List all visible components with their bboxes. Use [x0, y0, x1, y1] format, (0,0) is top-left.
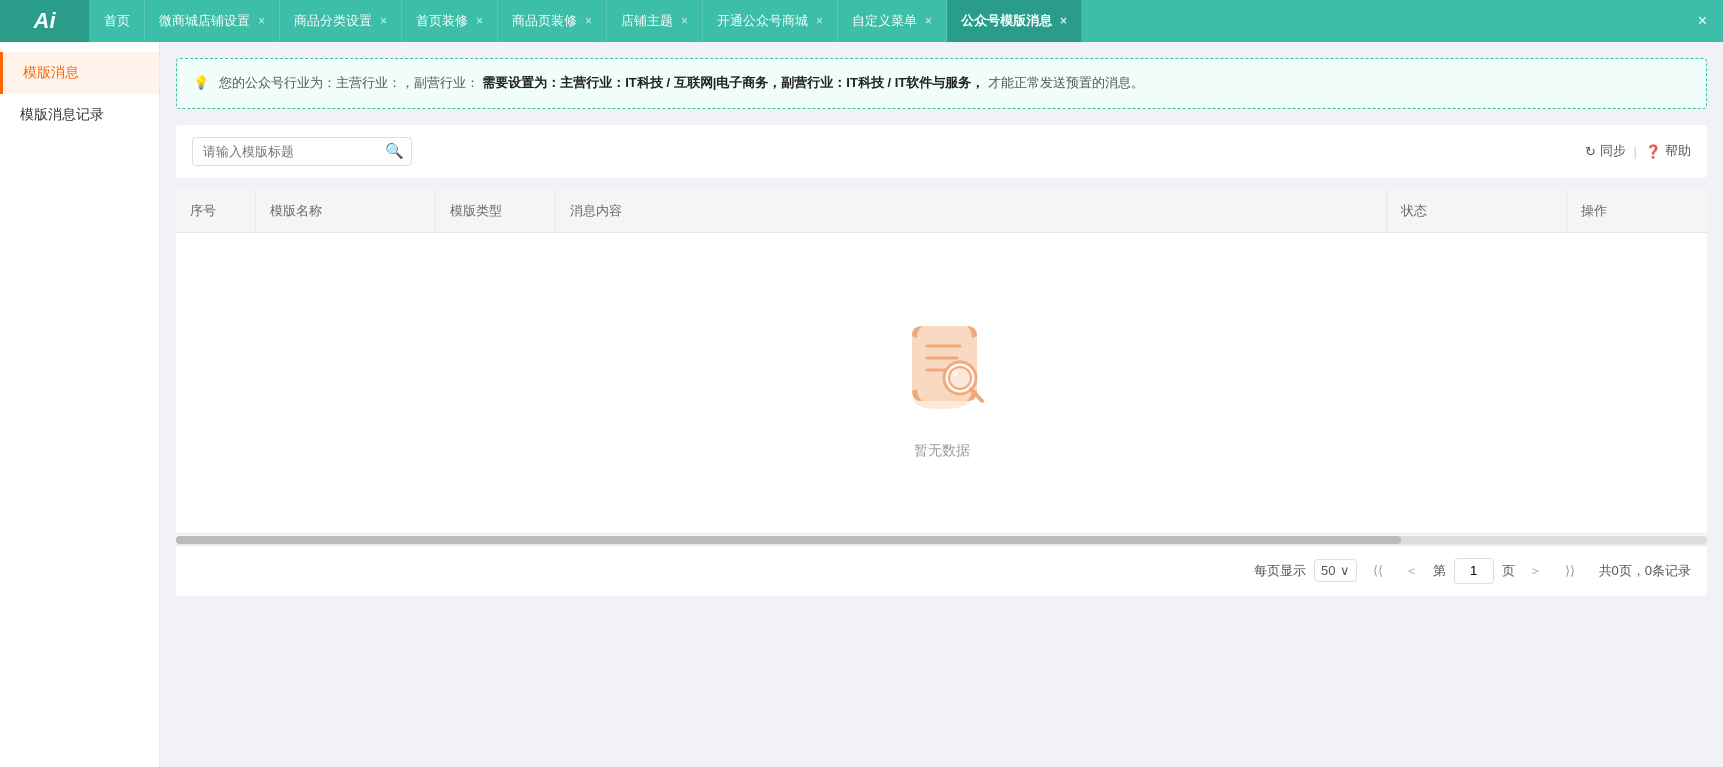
sync-icon: ↻	[1585, 144, 1596, 159]
empty-icon	[882, 306, 1002, 426]
nav-tab-product-decor-label: 商品页装修	[512, 12, 577, 30]
page-size-value: 50	[1321, 563, 1335, 578]
nav-tab-open-mall[interactable]: 开通公众号商城 ×	[703, 0, 838, 42]
search-input-wrap: 🔍	[192, 137, 412, 166]
svg-point-7	[952, 370, 958, 376]
page-next-button[interactable]: ＞	[1523, 558, 1549, 584]
nav-tab-custom-menu[interactable]: 自定义菜单 ×	[838, 0, 947, 42]
nav-tab-store-settings-close[interactable]: ×	[258, 14, 265, 28]
nav-tab-store-theme[interactable]: 店铺主题 ×	[607, 0, 703, 42]
page-prev-button[interactable]: ＜	[1399, 558, 1425, 584]
sidebar-item-template-record[interactable]: 模版消息记录	[0, 94, 159, 136]
nav-tab-store-settings-label: 微商城店铺设置	[159, 12, 250, 30]
help-button[interactable]: ❓ 帮助	[1645, 142, 1691, 160]
page-total-label: 共0页，0条记录	[1599, 562, 1691, 580]
nav-tab-category-settings-label: 商品分类设置	[294, 12, 372, 30]
nav-tab-home-decor-close[interactable]: ×	[476, 14, 483, 28]
nav-tab-store-theme-close[interactable]: ×	[681, 14, 688, 28]
pagination: 每页显示 50 ∨ ⟨⟨ ＜ 第 页 ＞ ⟩⟩ 共0页，0条记录	[176, 545, 1707, 596]
table-col-name: 模版名称	[256, 190, 436, 232]
page-last-button[interactable]: ⟩⟩	[1557, 558, 1583, 584]
search-icon[interactable]: 🔍	[385, 142, 404, 160]
sidebar-item-template-message-label: 模版消息	[23, 64, 79, 80]
page-size-dropdown-icon: ∨	[1340, 563, 1350, 578]
notice-icon: 💡	[193, 75, 209, 90]
page-size-select[interactable]: 50 ∨	[1314, 559, 1356, 582]
main-layout: 模版消息 模版消息记录 💡 您的公众号行业为：主营行业：，副营行业： 需要设置为…	[0, 42, 1723, 767]
table-col-action: 操作	[1567, 190, 1707, 232]
toolbar-divider: |	[1634, 144, 1637, 159]
table-col-status: 状态	[1387, 190, 1567, 232]
nav-tab-store-settings[interactable]: 微商城店铺设置 ×	[145, 0, 280, 42]
search-input[interactable]	[192, 137, 412, 166]
scrollbar-thumb[interactable]	[176, 536, 1401, 544]
notice-suffix: 才能正常发送预置的消息。	[988, 75, 1144, 90]
nav-tab-home[interactable]: 首页	[90, 0, 145, 42]
horizontal-scrollbar[interactable]	[176, 533, 1707, 545]
page-unit: 页	[1502, 562, 1515, 580]
table-col-content: 消息内容	[556, 190, 1387, 232]
nav-close-all-button[interactable]: ×	[1682, 12, 1723, 30]
notice-box: 💡 您的公众号行业为：主营行业：，副营行业： 需要设置为：主营行业：IT科技 /…	[176, 58, 1707, 109]
search-bar: 🔍 ↻ 同步 | ❓ 帮助	[176, 125, 1707, 178]
nav-tab-custom-menu-label: 自定义菜单	[852, 12, 917, 30]
sync-label: 同步	[1600, 142, 1626, 160]
content-area: 💡 您的公众号行业为：主营行业：，副营行业： 需要设置为：主营行业：IT科技 /…	[160, 42, 1723, 767]
help-icon: ❓	[1645, 144, 1661, 159]
nav-tab-home-decor-label: 首页装修	[416, 12, 468, 30]
nav-tab-home-label: 首页	[104, 12, 130, 30]
logo: Ai	[0, 0, 90, 42]
svg-point-5	[949, 367, 971, 389]
sidebar-item-template-record-label: 模版消息记录	[20, 106, 104, 122]
nav-tab-product-decor-close[interactable]: ×	[585, 14, 592, 28]
nav-tab-template-msg-close[interactable]: ×	[1060, 14, 1067, 28]
empty-text: 暂无数据	[914, 442, 970, 460]
scrollbar-track	[176, 536, 1707, 544]
nav-tab-custom-menu-close[interactable]: ×	[925, 14, 932, 28]
page-first-button[interactable]: ⟨⟨	[1365, 558, 1391, 584]
nav-tab-open-mall-label: 开通公众号商城	[717, 12, 808, 30]
empty-state: 暂无数据	[176, 233, 1707, 533]
help-label: 帮助	[1665, 142, 1691, 160]
nav-tab-product-decor[interactable]: 商品页装修 ×	[498, 0, 607, 42]
page-number-input[interactable]	[1454, 558, 1494, 584]
nav-tab-template-msg-label: 公众号模版消息	[961, 12, 1052, 30]
table-container: 序号 模版名称 模版类型 消息内容 状态 操作	[176, 190, 1707, 596]
nav-tab-category-settings[interactable]: 商品分类设置 ×	[280, 0, 402, 42]
nav-tab-category-settings-close[interactable]: ×	[380, 14, 387, 28]
sidebar-item-template-message[interactable]: 模版消息	[0, 52, 159, 94]
page-size-label: 每页显示	[1254, 562, 1306, 580]
table-col-index: 序号	[176, 190, 256, 232]
top-nav: Ai 首页 微商城店铺设置 × 商品分类设置 × 首页装修 × 商品页装修 × …	[0, 0, 1723, 42]
page-label: 第	[1433, 562, 1446, 580]
sync-button[interactable]: ↻ 同步	[1585, 142, 1626, 160]
notice-prefix: 您的公众号行业为：主营行业：，副营行业：	[219, 75, 479, 90]
nav-tab-open-mall-close[interactable]: ×	[816, 14, 823, 28]
sidebar: 模版消息 模版消息记录	[0, 42, 160, 767]
notice-highlight: 需要设置为：主营行业：IT科技 / 互联网|电子商务，副营行业：IT科技 / I…	[482, 75, 984, 90]
table-col-type: 模版类型	[436, 190, 556, 232]
toolbar-right: ↻ 同步 | ❓ 帮助	[1585, 142, 1691, 160]
nav-tab-store-theme-label: 店铺主题	[621, 12, 673, 30]
table-header: 序号 模版名称 模版类型 消息内容 状态 操作	[176, 190, 1707, 233]
nav-tab-template-msg[interactable]: 公众号模版消息 ×	[947, 0, 1082, 42]
nav-tab-home-decor[interactable]: 首页装修 ×	[402, 0, 498, 42]
